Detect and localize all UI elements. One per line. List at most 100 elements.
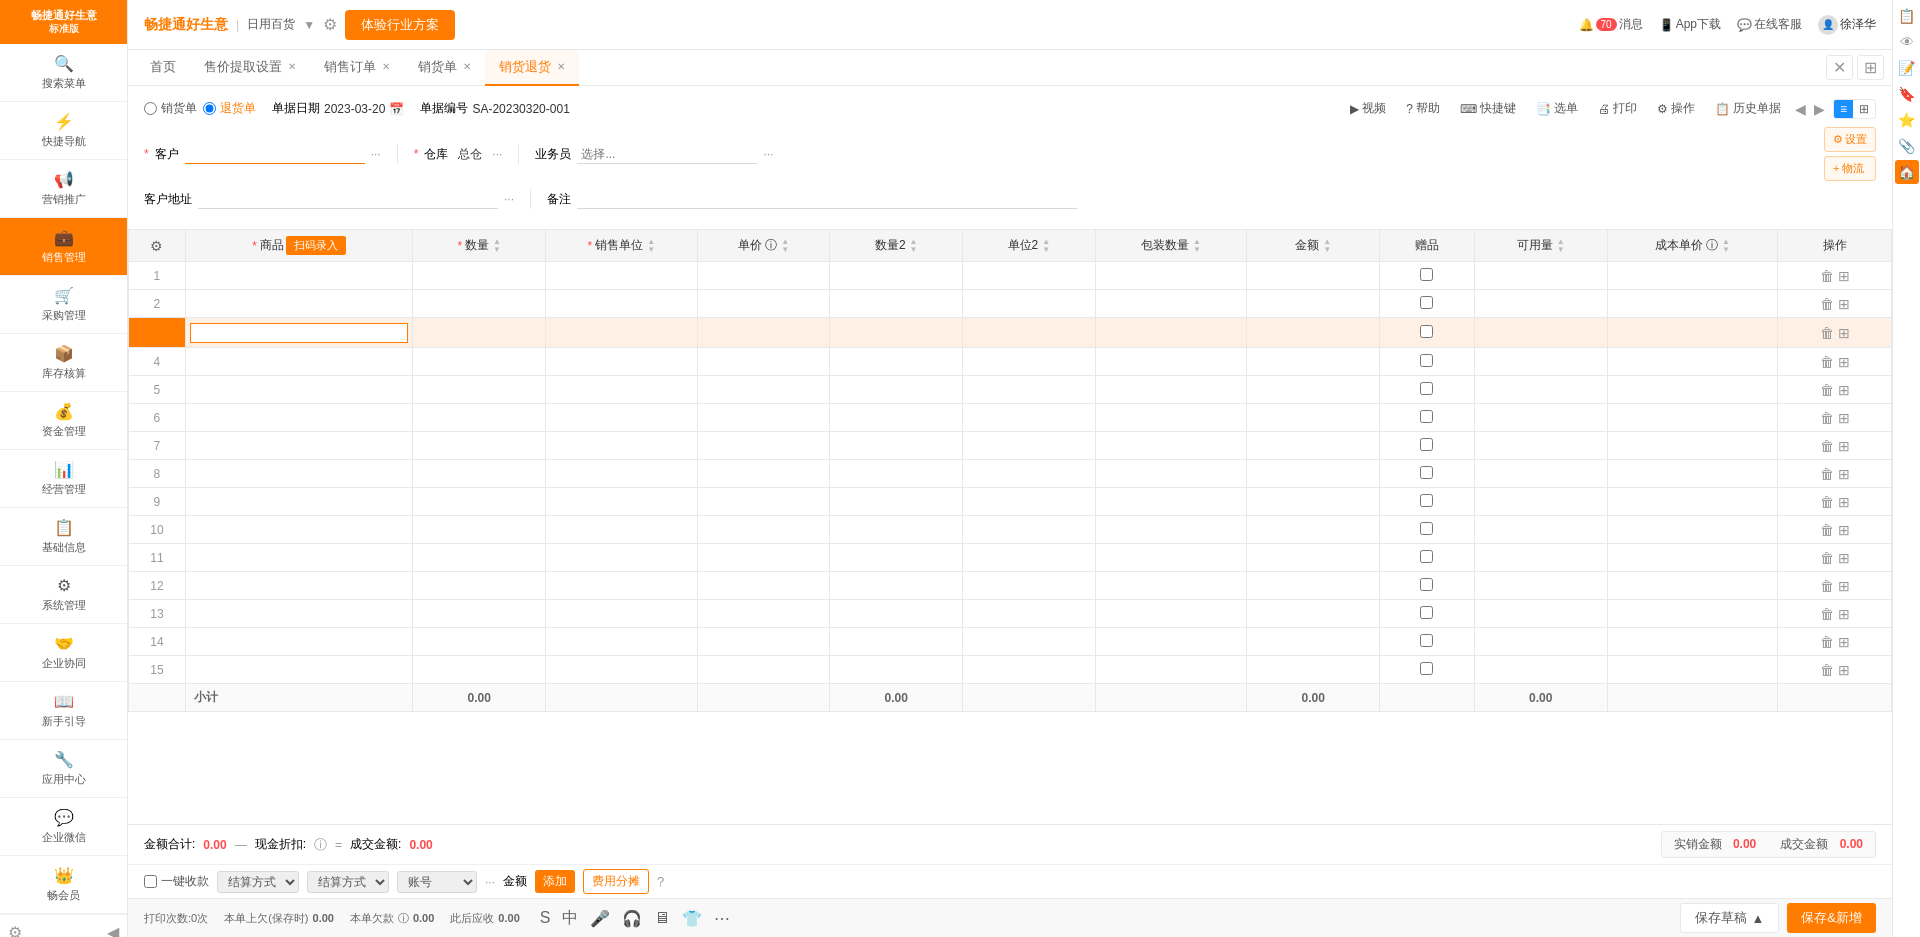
right-panel-star-btn[interactable]: ⭐ [1895,108,1919,132]
sidebar-item-guide[interactable]: 📖 新手引导 [0,682,127,740]
row-copy-btn[interactable]: ⊞ [1838,522,1850,538]
address-more-icon[interactable]: ··· [504,192,514,206]
staff-input[interactable] [577,145,757,164]
row-delete-btn[interactable]: 🗑 [1820,268,1834,284]
address-input[interactable] [198,190,498,209]
tab-sales-order[interactable]: 销售订单 ✕ [310,50,404,86]
sidebar-item-basics[interactable]: 📋 基础信息 [0,508,127,566]
row-copy-btn[interactable]: ⊞ [1838,662,1850,678]
tab-sales-return[interactable]: 销货退货 ✕ [485,50,579,86]
tab-sales-bill[interactable]: 销货单 ✕ [404,50,485,86]
nav-prev-icon[interactable]: ◀ [1795,101,1806,117]
tool-shirt-icon[interactable]: 👕 [678,907,706,930]
row-delete-btn[interactable]: 🗑 [1820,494,1834,510]
app-download-btn[interactable]: 📱 App下载 [1659,16,1721,33]
sales-unit-cell[interactable] [546,262,698,290]
tab-close-price[interactable]: ✕ [288,61,296,72]
toolbar-shortcut-btn[interactable]: ⌨ 快捷键 [1454,98,1522,119]
sidebar-item-quicknav[interactable]: ⚡ 快捷导航 [0,102,127,160]
sidebar-item-apps[interactable]: 🔧 应用中心 [0,740,127,798]
logistics-action-btn[interactable]: + 物流 [1824,156,1876,181]
add-row-btn[interactable]: + [152,322,163,342]
cost-price-cell[interactable] [1607,262,1778,290]
save-new-btn[interactable]: 保存&新增 [1787,903,1876,933]
toolbar-print-btn[interactable]: 🖨 打印 [1592,98,1643,119]
scan-input-btn[interactable]: 扫码录入 [286,236,346,255]
tab-price-settings[interactable]: 售价提取设置 ✕ [190,50,310,86]
radio-return-bill[interactable]: 退货单 [203,100,256,117]
debts-checkbox[interactable]: ⓘ [398,911,409,926]
row-delete-btn[interactable]: 🗑 [1820,522,1834,538]
toolbar-help-btn[interactable]: ? 帮助 [1400,98,1446,119]
one-key-checkout-checkbox[interactable]: 一键收款 [144,873,209,890]
toolbar-select-btn[interactable]: 📑 选单 [1530,98,1584,119]
row-delete-btn[interactable]: 🗑 [1820,606,1834,622]
sidebar-item-sales[interactable]: 💼 销售管理 [0,218,127,276]
collection-account-select[interactable]: 账号 [397,871,477,893]
sidebar-item-finance[interactable]: 💰 资金管理 [0,392,127,450]
trial-button[interactable]: 体验行业方案 [345,10,455,40]
row-delete-btn[interactable]: 🗑 [1820,382,1834,398]
sidebar-collapse-icon[interactable]: ◀ [107,923,119,937]
sidebar-item-operations[interactable]: 📊 经营管理 [0,450,127,508]
sidebar-item-purchase[interactable]: 🛒 采购管理 [0,276,127,334]
right-panel-edit-btn[interactable]: 📝 [1895,56,1919,80]
staff-more-icon[interactable]: ··· [763,147,773,161]
amount-cell[interactable] [1247,262,1380,290]
tab-close-return[interactable]: ✕ [557,61,565,72]
row-delete-btn[interactable]: 🗑 [1820,550,1834,566]
row-copy-btn[interactable]: ⊞ [1838,606,1850,622]
row-copy-btn[interactable]: ⊞ [1838,578,1850,594]
row-delete-btn[interactable]: 🗑 [1820,296,1834,312]
tool-zh-icon[interactable]: 中 [558,906,582,931]
row-copy-btn[interactable]: ⊞ [1838,438,1850,454]
save-draft-dropdown-icon[interactable]: ▲ [1751,911,1764,926]
toolbar-video-btn[interactable]: ▶ 视频 [1344,98,1392,119]
row-copy-btn[interactable]: ⊞ [1838,296,1850,312]
toolbar-operate-btn[interactable]: ⚙ 操作 [1651,98,1701,119]
right-panel-link-btn[interactable]: 📎 [1895,134,1919,158]
question-icon[interactable]: ⓘ [314,836,327,854]
restore-tab-icon[interactable]: ⊞ [1857,55,1884,80]
save-draft-btn[interactable]: 保存草稿 ▲ [1680,903,1779,933]
sidebar-item-inventory[interactable]: 📦 库存核算 [0,334,127,392]
customer-more-icon[interactable]: ··· [371,147,381,161]
row-copy-btn[interactable]: ⊞ [1838,354,1850,370]
row-copy-btn[interactable]: ⊞ [1838,634,1850,650]
add-payment-btn[interactable]: 添加 [535,870,575,893]
view-list-btn[interactable]: ≡ [1834,100,1853,118]
toolbar-history-btn[interactable]: 📋 历史单据 [1709,98,1787,119]
row-delete-btn[interactable]: 🗑 [1820,410,1834,426]
row-copy-btn[interactable]: ⊞ [1838,410,1850,426]
col-settings-icon[interactable]: ⚙ [150,238,163,254]
right-panel-home-btn[interactable]: 🏠 [1895,160,1919,184]
col-settings-header[interactable]: ⚙ [129,230,186,262]
tool-headphones-icon[interactable]: 🎧 [618,907,646,930]
radio-sales-bill[interactable]: 销货单 [144,100,197,117]
split-help-icon[interactable]: ? [657,874,664,889]
row-delete-btn[interactable]: 🗑 [1820,466,1834,482]
settings-action-btn[interactable]: ⚙ 设置 [1824,127,1876,152]
row-delete-btn[interactable]: 🗑 [1820,634,1834,650]
gift-cell[interactable] [1380,262,1475,290]
row-delete-btn[interactable]: 🗑 [1820,325,1834,341]
sidebar-item-member[interactable]: 👑 畅会员 [0,856,127,914]
dropdown-icon[interactable]: ▼ [303,18,315,32]
tool-mic-icon[interactable]: 🎤 [586,907,614,930]
settings-gear-icon[interactable]: ⚙ [323,15,337,34]
row-copy-btn[interactable]: ⊞ [1838,466,1850,482]
tool-s-icon[interactable]: S [536,907,555,929]
calc-method-select[interactable]: 结算方式 [217,871,299,893]
sidebar-item-marketing[interactable]: 📢 营销推广 [0,160,127,218]
sidebar-item-collab[interactable]: 🤝 企业协同 [0,624,127,682]
online-service-btn[interactable]: 💬 在线客服 [1737,16,1802,33]
row-delete-btn[interactable]: 🗑 [1820,438,1834,454]
row-copy-btn[interactable]: ⊞ [1838,268,1850,284]
product-cell[interactable] [185,262,412,290]
row-copy-btn[interactable]: ⊞ [1838,382,1850,398]
qty2-cell[interactable] [830,262,963,290]
tab-close-bill[interactable]: ✕ [463,61,471,72]
row-delete-btn[interactable]: 🗑 [1820,578,1834,594]
close-tab-icon[interactable]: ✕ [1826,55,1853,80]
available-cell[interactable] [1474,262,1607,290]
